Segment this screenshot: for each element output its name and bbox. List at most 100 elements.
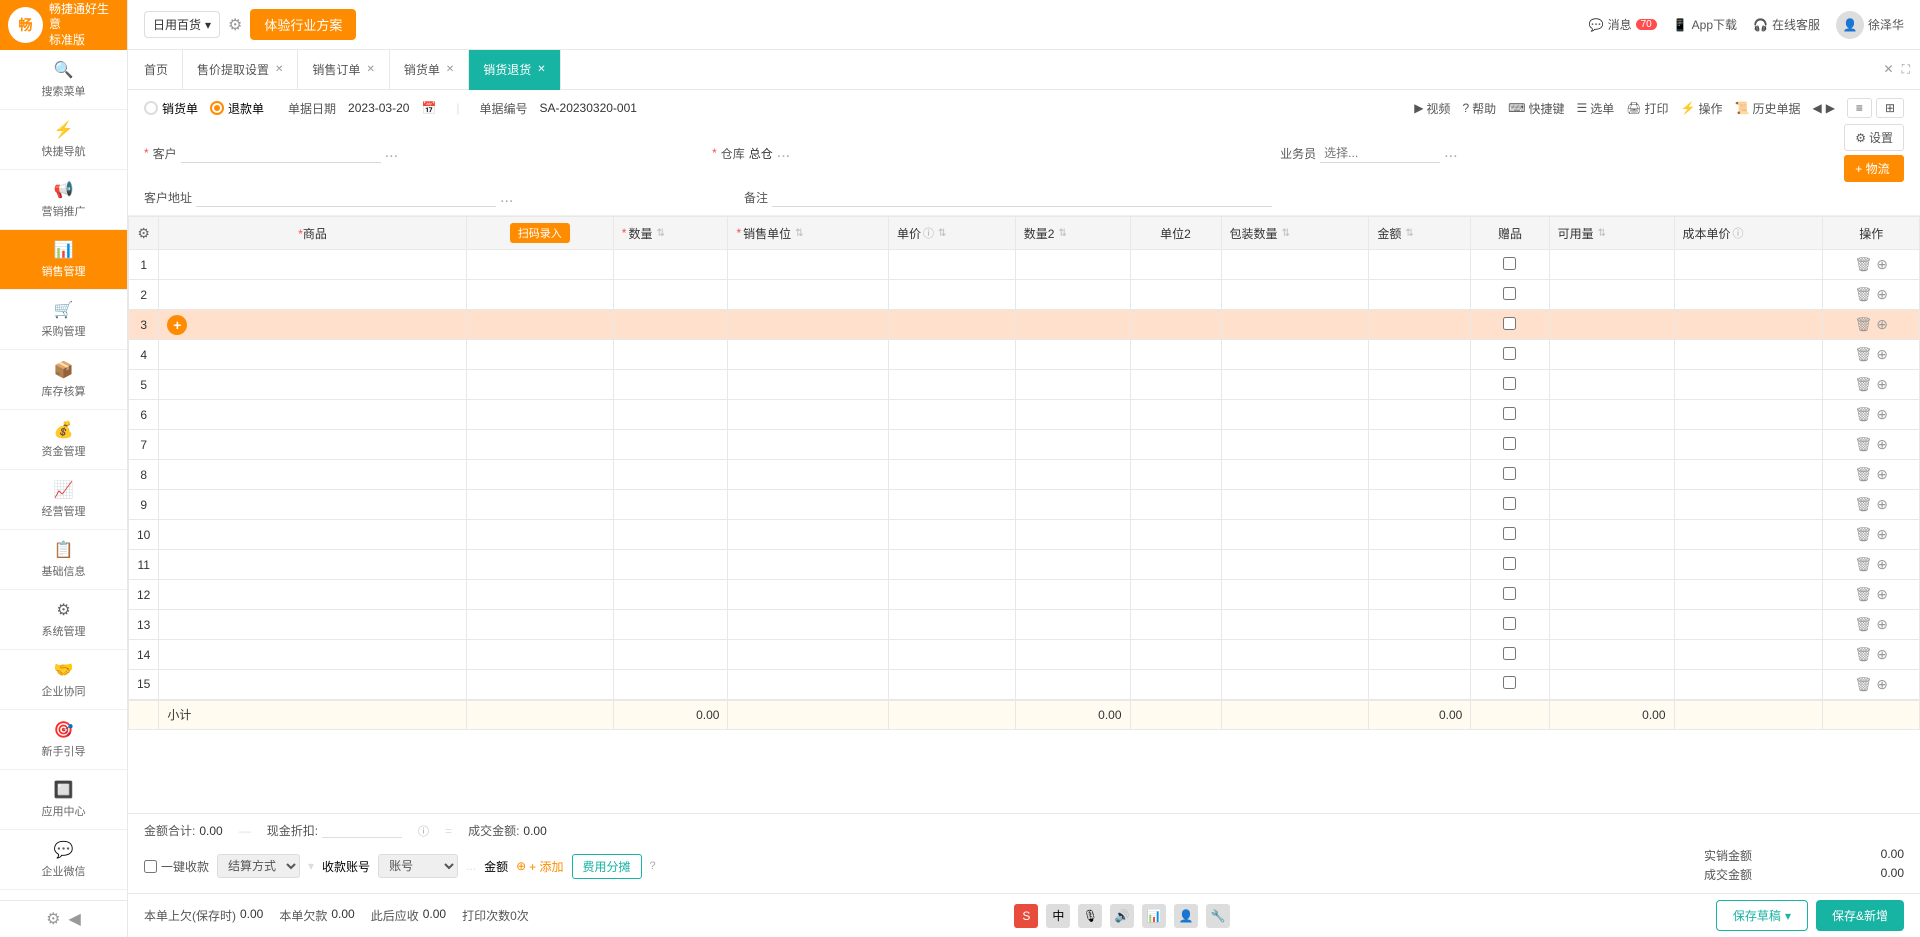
gift-cell[interactable] xyxy=(1471,520,1549,550)
unit-price-cell[interactable] xyxy=(889,490,1016,520)
amount-cell[interactable] xyxy=(1369,340,1471,370)
history-btn[interactable]: 📜 历史单据 xyxy=(1734,100,1800,117)
sidebar-item-inventory[interactable]: 📦 库存核算 xyxy=(0,350,127,410)
sidebar-item-quicknav[interactable]: ⚡ 快捷导航 xyxy=(0,110,127,170)
qty-cell[interactable] xyxy=(613,340,728,370)
add-row-btn[interactable]: + xyxy=(167,315,187,335)
sales-unit-cell[interactable] xyxy=(728,250,889,280)
online-service-btn[interactable]: 🎧 在线客服 xyxy=(1753,16,1820,33)
warehouse-dots[interactable]: ... xyxy=(777,144,790,162)
delete-row-icon[interactable]: 🗑 xyxy=(1854,646,1872,663)
gift-checkbox[interactable] xyxy=(1503,317,1516,330)
settings-button[interactable]: ⚙ 设置 xyxy=(1844,124,1904,151)
gift-cell[interactable] xyxy=(1471,430,1549,460)
delete-row-icon[interactable]: 🗑 xyxy=(1854,256,1872,273)
sales-unit-cell[interactable] xyxy=(728,640,889,670)
unit-price-cell[interactable] xyxy=(889,640,1016,670)
sales-unit-cell[interactable] xyxy=(728,430,889,460)
delete-row-icon[interactable]: 🗑 xyxy=(1854,526,1872,543)
unit-price-cell[interactable] xyxy=(889,340,1016,370)
pack-qty-cell[interactable] xyxy=(1221,370,1369,400)
save-new-button[interactable]: 保存&新增 xyxy=(1816,900,1904,931)
delete-row-icon[interactable]: 🗑 xyxy=(1854,406,1872,423)
unit-price-cell[interactable] xyxy=(889,580,1016,610)
copy-row-icon[interactable]: ⊕ xyxy=(1876,526,1888,543)
user-profile[interactable]: 👤 徐泽华 xyxy=(1836,11,1904,39)
qty2-cell[interactable] xyxy=(1015,430,1130,460)
sidebar-item-search[interactable]: 🔍 搜索菜单 xyxy=(0,50,127,110)
qty2-cell[interactable] xyxy=(1015,550,1130,580)
gift-cell[interactable] xyxy=(1471,490,1549,520)
qty-cell[interactable] xyxy=(613,580,728,610)
collapse-icon[interactable]: ◀ xyxy=(69,909,81,929)
goods-cell[interactable] xyxy=(159,610,466,640)
help-btn[interactable]: ? 帮助 xyxy=(1462,100,1496,117)
fee-split-button[interactable]: 费用分摊 xyxy=(572,854,642,879)
sidebar-item-basics[interactable]: 📋 基础信息 xyxy=(0,530,127,590)
th-settings[interactable]: ⚙ xyxy=(129,217,159,250)
gift-cell[interactable] xyxy=(1471,310,1549,340)
amount-cell[interactable] xyxy=(1369,610,1471,640)
qty2-cell[interactable] xyxy=(1015,400,1130,430)
video-btn[interactable]: ▶ 视频 xyxy=(1414,100,1450,117)
pack-qty-cell[interactable] xyxy=(1221,640,1369,670)
address-dots[interactable]: ... xyxy=(500,189,513,207)
sales-unit-cell[interactable] xyxy=(728,580,889,610)
qty2-cell[interactable] xyxy=(1015,610,1130,640)
goods-cell[interactable] xyxy=(159,280,466,310)
gift-cell[interactable] xyxy=(1471,460,1549,490)
unit-price-cell[interactable] xyxy=(889,370,1016,400)
unit-price-cell[interactable] xyxy=(889,460,1016,490)
pack-qty-cell[interactable] xyxy=(1221,670,1369,700)
delete-row-icon[interactable]: 🗑 xyxy=(1854,496,1872,513)
gift-cell[interactable] xyxy=(1471,670,1549,700)
gift-cell[interactable] xyxy=(1471,340,1549,370)
pack-qty-cell[interactable] xyxy=(1221,400,1369,430)
goods-cell[interactable] xyxy=(159,460,466,490)
qty-cell[interactable] xyxy=(613,670,728,700)
settings-bottom-icon[interactable]: ⚙ xyxy=(46,909,60,929)
copy-row-icon[interactable]: ⊕ xyxy=(1876,286,1888,303)
gift-checkbox[interactable] xyxy=(1503,617,1516,630)
shortcut-btn[interactable]: ⌨ 快捷键 xyxy=(1508,100,1564,117)
qty2-cell[interactable] xyxy=(1015,250,1130,280)
amount-cell[interactable] xyxy=(1369,430,1471,460)
header-gear-icon[interactable]: ⚙ xyxy=(228,15,242,35)
bottom-icon-7[interactable]: 🔧 xyxy=(1206,904,1230,928)
qty2-cell[interactable] xyxy=(1015,520,1130,550)
qty-cell[interactable] xyxy=(613,460,728,490)
list-view-btn[interactable]: ≡ xyxy=(1847,98,1872,118)
sidebar-item-purchase[interactable]: 🛒 采购管理 xyxy=(0,290,127,350)
add-payment-btn[interactable]: ⊕ + 添加 xyxy=(516,858,563,875)
goods-cell[interactable] xyxy=(159,250,466,280)
try-button[interactable]: 体验行业方案 xyxy=(250,9,356,40)
gift-checkbox[interactable] xyxy=(1503,647,1516,660)
gift-checkbox[interactable] xyxy=(1503,497,1516,510)
amount-cell[interactable] xyxy=(1369,520,1471,550)
amount-cell[interactable] xyxy=(1369,280,1471,310)
unit-price-cell[interactable] xyxy=(889,430,1016,460)
qty-cell[interactable] xyxy=(613,520,728,550)
amount-cell[interactable] xyxy=(1369,640,1471,670)
gift-cell[interactable] xyxy=(1471,640,1549,670)
goods-cell[interactable] xyxy=(159,340,466,370)
gift-cell[interactable] xyxy=(1471,580,1549,610)
gift-checkbox[interactable] xyxy=(1503,557,1516,570)
one-click-payment-checkbox[interactable]: 一键收款 xyxy=(144,858,209,875)
customer-input[interactable] xyxy=(181,144,381,163)
gift-checkbox[interactable] xyxy=(1503,587,1516,600)
select-btn[interactable]: ☰ 选单 xyxy=(1576,100,1614,117)
next-icon[interactable]: ▶ xyxy=(1826,101,1835,115)
copy-row-icon[interactable]: ⊕ xyxy=(1876,586,1888,603)
amount-cell[interactable] xyxy=(1369,400,1471,430)
sales-unit-cell[interactable] xyxy=(728,400,889,430)
pack-qty-cell[interactable] xyxy=(1221,430,1369,460)
close-tab-action[interactable]: ✕ xyxy=(1882,60,1896,79)
copy-row-icon[interactable]: ⊕ xyxy=(1876,436,1888,453)
delete-row-icon[interactable]: 🗑 xyxy=(1854,556,1872,573)
sales-unit-cell[interactable] xyxy=(728,610,889,640)
pack-qty-cell[interactable] xyxy=(1221,310,1369,340)
sales-unit-cell[interactable] xyxy=(728,310,889,340)
bottom-icon-2[interactable]: 中 xyxy=(1046,904,1070,928)
unit-price-cell[interactable] xyxy=(889,550,1016,580)
